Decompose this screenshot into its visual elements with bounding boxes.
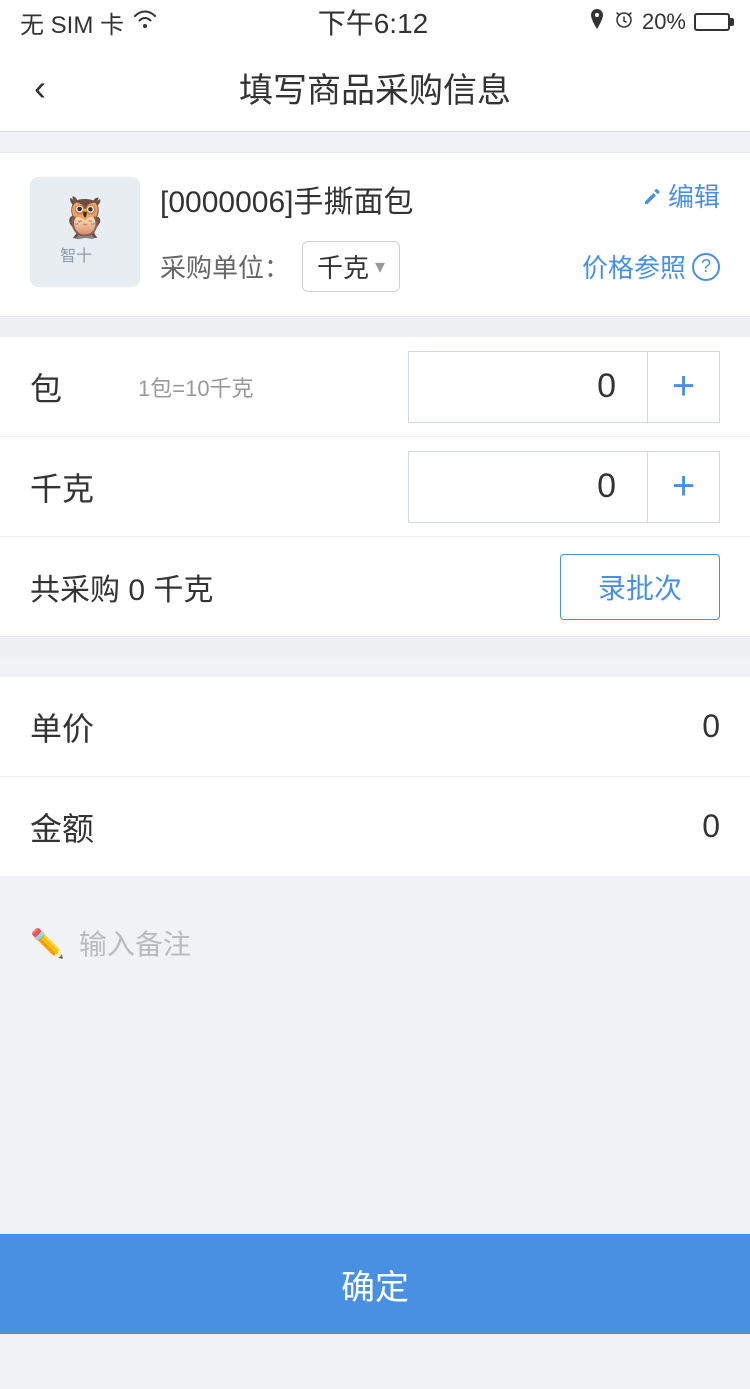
amount-value: 0: [702, 808, 720, 845]
battery-percentage: 20%: [642, 9, 686, 35]
product-info: [0000006]手撕面包 编辑 采购单位： 千克 ▾: [160, 177, 720, 292]
product-logo-icon: 🦉: [60, 198, 110, 238]
input-section: 包 1包=10千克 + 千克 +: [0, 337, 750, 537]
alarm-icon: [614, 9, 634, 35]
price-ref-label: 价格参照: [582, 248, 686, 285]
wifi-icon: [132, 8, 158, 36]
note-section[interactable]: ✏️ 输入备注: [0, 897, 750, 989]
kg-input-right: +: [408, 451, 720, 523]
section-divider-1: [0, 317, 750, 337]
amount-label: 金额: [30, 804, 94, 850]
edit-label: 编辑: [668, 177, 720, 214]
page-title: 填写商品采购信息: [239, 63, 511, 112]
kg-input-row: 千克 +: [0, 437, 750, 537]
product-logo-text: 智十: [60, 242, 110, 266]
unit-select[interactable]: 千克 ▾: [302, 241, 400, 292]
unit-select-value: 千克: [317, 248, 369, 285]
summary-quantity: 0: [128, 574, 145, 607]
unit-price-row: 单价 0: [0, 677, 750, 777]
kg-quantity-input[interactable]: [408, 451, 648, 523]
purchase-unit-row: 采购单位： 千克 ▾ 价格参照 ?: [160, 241, 720, 292]
edit-button[interactable]: 编辑: [642, 177, 720, 214]
bag-input-right: +: [408, 351, 720, 423]
batch-button-label: 录批次: [598, 567, 682, 607]
bag-input-row: 包 1包=10千克 +: [0, 337, 750, 437]
batch-button[interactable]: 录批次: [560, 554, 720, 620]
battery-icon: [694, 13, 730, 31]
product-card: 🦉 智十 [0000006]手撕面包 编辑 采购单位：: [0, 152, 750, 317]
unit-price-value: 0: [702, 708, 720, 745]
nav-bar: ‹ 填写商品采购信息: [0, 44, 750, 132]
location-icon: [588, 9, 606, 35]
purchase-unit-label: 采购单位：: [160, 248, 290, 285]
amount-row: 金额 0: [0, 777, 750, 877]
product-name-row: [0000006]手撕面包 编辑: [160, 177, 720, 221]
section-divider-2: [0, 637, 750, 657]
bag-plus-button[interactable]: +: [648, 351, 720, 423]
bag-label: 包: [30, 364, 130, 410]
summary-row: 共采购 0 千克 录批次: [0, 537, 750, 637]
price-info-section: 单价 0 金额 0: [0, 677, 750, 877]
status-right: 20%: [588, 9, 730, 35]
price-ref-button[interactable]: 价格参照 ?: [582, 248, 720, 285]
note-placeholder: 输入备注: [79, 923, 191, 963]
unit-price-label: 单价: [30, 704, 94, 750]
back-button[interactable]: ‹: [24, 57, 56, 119]
kg-plus-button[interactable]: +: [648, 451, 720, 523]
status-bar: 无 SIM 卡 下午6:12: [0, 0, 750, 44]
status-time: 下午6:12: [318, 2, 429, 42]
product-name: [0000006]手撕面包: [160, 177, 413, 221]
bag-quantity-input[interactable]: [408, 351, 648, 423]
status-left: 无 SIM 卡: [20, 5, 158, 40]
chevron-down-icon: ▾: [375, 254, 385, 279]
kg-label: 千克: [30, 464, 130, 510]
help-icon: ?: [692, 253, 720, 281]
carrier-text: 无 SIM 卡: [20, 5, 124, 40]
bag-sublabel: 1包=10千克: [138, 371, 254, 403]
summary-text: 共采购 0 千克: [30, 565, 213, 609]
pencil-icon: ✏️: [30, 927, 65, 960]
product-thumbnail: 🦉 智十: [30, 177, 140, 287]
confirm-bar[interactable]: 确定: [0, 1234, 750, 1334]
confirm-button-label: 确定: [341, 1260, 409, 1309]
